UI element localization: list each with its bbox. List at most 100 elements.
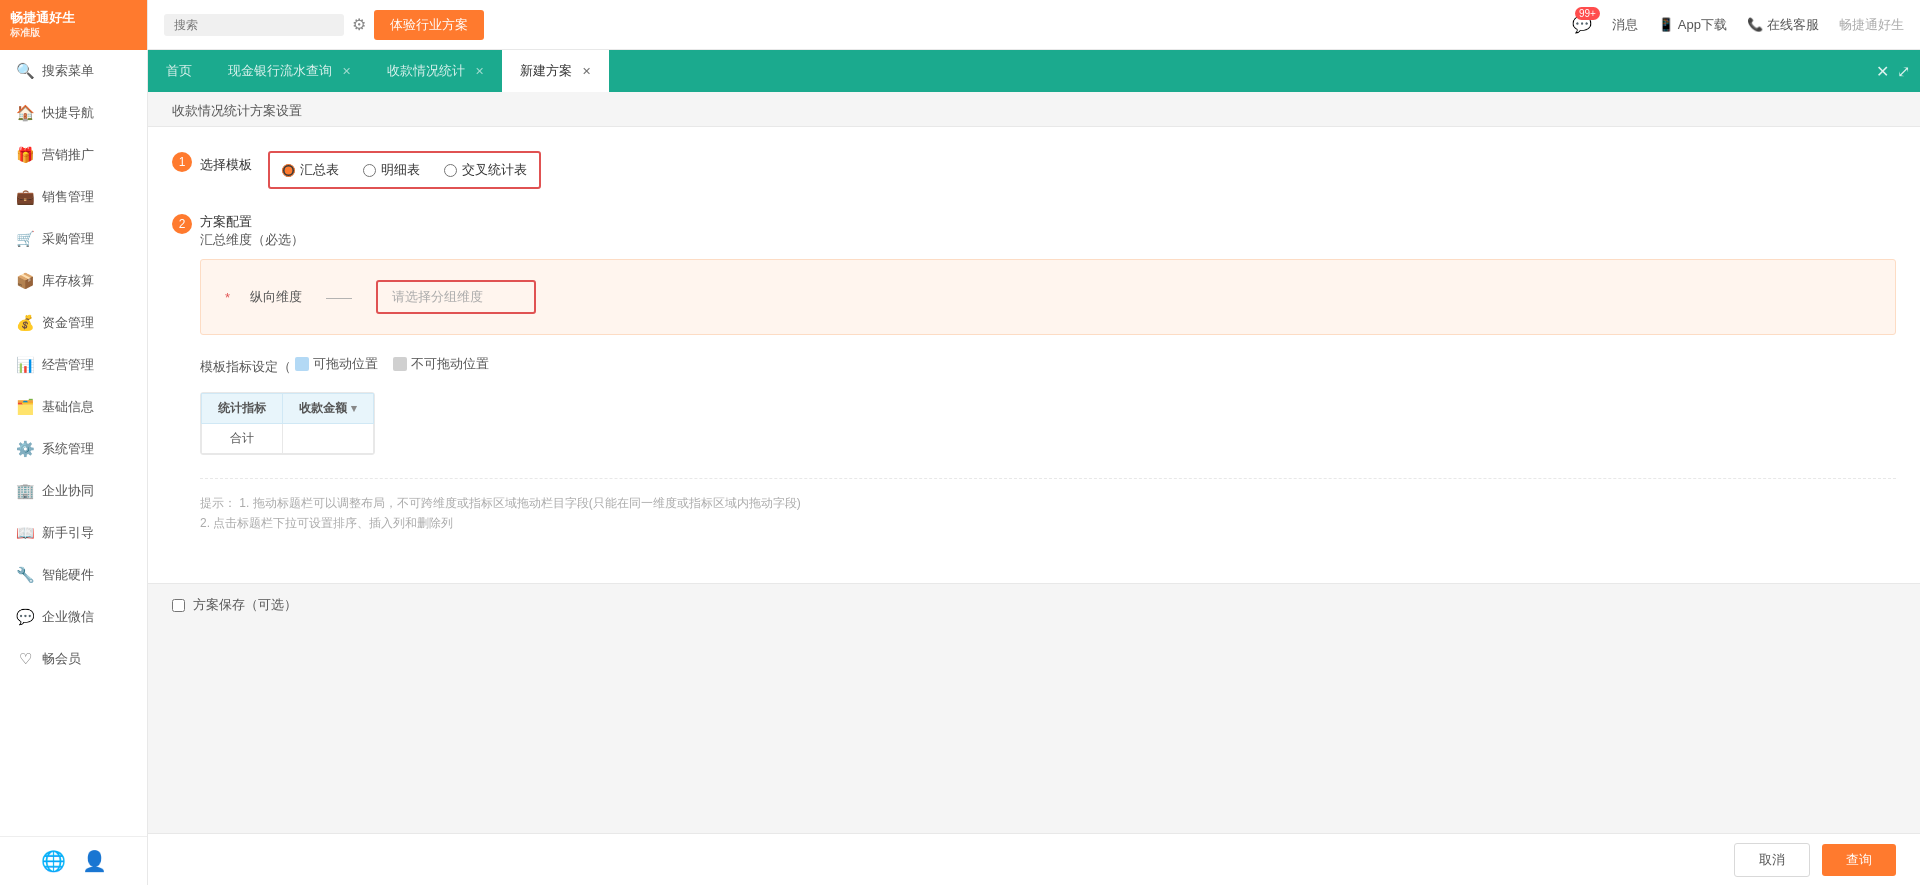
dimension-placeholder: 请选择分组维度 — [392, 289, 483, 304]
sidebar-item-search[interactable]: 🔍 搜索菜单 — [0, 50, 147, 92]
row1-label-cell: 合计 — [202, 424, 283, 454]
fixed-legend-label: 不可拖动位置 — [411, 355, 489, 373]
download-icon: 📱 — [1658, 17, 1674, 32]
sidebar-item-hardware[interactable]: 🔧 智能硬件 — [0, 554, 147, 596]
sidebar-item-label: 销售管理 — [42, 188, 94, 206]
dimension-select[interactable]: 请选择分组维度 — [376, 280, 536, 314]
topbar: ⚙ 体验行业方案 💬 99+ 消息 📱 App下载 📞 在线客服 畅捷通好生 — [148, 0, 1920, 50]
message-btn[interactable]: 💬 99+ — [1572, 15, 1592, 34]
tabbar: 首页 现金银行流水查询 ✕ 收款情况统计 ✕ 新建方案 ✕ ✕ ⤢ — [148, 50, 1920, 92]
step1-title: 选择模板 — [200, 156, 252, 174]
chart-icon: 📊 — [16, 356, 34, 374]
form-card: 1 选择模板 汇总表 明细表 — [148, 127, 1920, 583]
tabbar-actions: ✕ ⤢ — [1876, 62, 1920, 81]
radio-cross[interactable]: 交叉统计表 — [444, 161, 527, 179]
tip2-text: 2. 点击标题栏下拉可设置排序、插入列和删除列 — [200, 516, 453, 530]
radio-summary-input[interactable] — [282, 164, 295, 177]
sidebar-item-label: 营销推广 — [42, 146, 94, 164]
radio-cross-label: 交叉统计表 — [462, 161, 527, 179]
sidebar-item-label: 经营管理 — [42, 356, 94, 374]
save-checkbox[interactable] — [172, 599, 185, 612]
radio-cross-input[interactable] — [444, 164, 457, 177]
tips-section: 提示： 1. 拖动标题栏可以调整布局，不可跨维度或指标区域拖动栏目字段(只能在同… — [200, 478, 1896, 532]
fixed-legend-dot — [393, 357, 407, 371]
settings-icon[interactable]: ⚙ — [352, 15, 366, 34]
tab-home-label: 首页 — [166, 62, 192, 80]
sidebar-item-label: 采购管理 — [42, 230, 94, 248]
tab-new-plan[interactable]: 新建方案 ✕ — [502, 50, 609, 92]
tip1: 提示： 1. 拖动标题栏可以调整布局，不可跨维度或指标区域拖动栏目字段(只能在同… — [200, 495, 1896, 512]
sidebar-item-guide[interactable]: 📖 新手引导 — [0, 512, 147, 554]
metrics-legend: 可拖动位置 不可拖动位置 — [295, 359, 490, 374]
breadcrumb: 收款情况统计方案设置 — [172, 103, 302, 118]
online-service-link[interactable]: 📞 在线客服 — [1747, 16, 1819, 34]
tab-bank-flow[interactable]: 现金银行流水查询 ✕ — [210, 50, 369, 92]
tab-bank-flow-label: 现金银行流水查询 — [228, 62, 332, 80]
tab-new-plan-label: 新建方案 — [520, 62, 572, 80]
sidebar-bottom: 🌐 👤 — [0, 836, 147, 885]
sidebar-item-basic-info[interactable]: 🗂️ 基础信息 — [0, 386, 147, 428]
dim-required-mark: * — [225, 290, 230, 305]
service-icon: 📞 — [1747, 17, 1763, 32]
sidebar-item-wechat[interactable]: 💬 企业微信 — [0, 596, 147, 638]
save-option-bar: 方案保存（可选） — [148, 583, 1920, 626]
home-icon: 🏠 — [16, 104, 34, 122]
radio-summary-label: 汇总表 — [300, 161, 339, 179]
briefcase-icon: 💼 — [16, 188, 34, 206]
heart-icon: ♡ — [16, 650, 34, 668]
sidebar-item-label: 资金管理 — [42, 314, 94, 332]
main-area: ⚙ 体验行业方案 💬 99+ 消息 📱 App下载 📞 在线客服 畅捷通好生 首… — [148, 0, 1920, 885]
tab-home[interactable]: 首页 — [148, 50, 210, 92]
topbar-left: ⚙ 体验行业方案 — [164, 10, 1556, 40]
query-button[interactable]: 查询 — [1822, 844, 1896, 876]
gift-icon: 🎁 — [16, 146, 34, 164]
col1-dropdown-icon[interactable]: ▾ — [351, 402, 357, 415]
sidebar-item-capital[interactable]: 💰 资金管理 — [0, 302, 147, 344]
tab-new-plan-close[interactable]: ✕ — [582, 65, 591, 78]
sidebar-item-system[interactable]: ⚙️ 系统管理 — [0, 428, 147, 470]
radio-summary[interactable]: 汇总表 — [282, 161, 339, 179]
movable-legend-label: 可拖动位置 — [313, 355, 378, 373]
sidebar-item-operations[interactable]: 📊 经营管理 — [0, 344, 147, 386]
sidebar-item-enterprise[interactable]: 🏢 企业协同 — [0, 470, 147, 512]
metrics-header: 模板指标设定（ 可拖动位置 不可拖动位置 — [200, 355, 1896, 376]
stat-header: 统计指标 — [202, 394, 283, 424]
tab-collection-stat-label: 收款情况统计 — [387, 62, 465, 80]
user-icon[interactable]: 👤 — [82, 849, 107, 873]
sidebar-item-label: 新手引导 — [42, 524, 94, 542]
app-download-link[interactable]: 📱 App下载 — [1658, 16, 1727, 34]
tab-collection-stat-close[interactable]: ✕ — [475, 65, 484, 78]
metrics-row: 合计 — [202, 424, 374, 454]
trial-btn[interactable]: 体验行业方案 — [374, 10, 484, 40]
sidebar-item-label: 企业微信 — [42, 608, 94, 626]
cancel-button[interactable]: 取消 — [1734, 843, 1810, 877]
sidebar-item-label: 系统管理 — [42, 440, 94, 458]
metrics-table-wrap: 统计指标 收款金额 ▾ — [200, 392, 375, 455]
col1-header[interactable]: 收款金额 ▾ — [283, 394, 374, 424]
sidebar-item-marketing[interactable]: 🎁 营销推广 — [0, 134, 147, 176]
radio-detail-input[interactable] — [363, 164, 376, 177]
template-radio-group: 汇总表 明细表 交叉统计表 — [268, 151, 541, 189]
globe-icon[interactable]: 🌐 — [41, 849, 66, 873]
expand-icon[interactable]: ⤢ — [1897, 62, 1910, 81]
dimension-label: 汇总维度（必选） — [200, 231, 1896, 249]
sidebar-item-quick-nav[interactable]: 🏠 快捷导航 — [0, 92, 147, 134]
sidebar-item-purchase[interactable]: 🛒 采购管理 — [0, 218, 147, 260]
sidebar-item-member[interactable]: ♡ 畅会员 — [0, 638, 147, 680]
topbar-right: 💬 99+ 消息 📱 App下载 📞 在线客服 畅捷通好生 — [1572, 15, 1904, 34]
dim-arrow-icon: —— — [326, 290, 352, 305]
sidebar-item-label: 企业协同 — [42, 482, 94, 500]
close-window-icon[interactable]: ✕ — [1876, 62, 1889, 81]
col1-label: 收款金额 — [299, 400, 347, 417]
step2-title: 方案配置 — [200, 214, 252, 229]
metrics-table: 统计指标 收款金额 ▾ — [201, 393, 374, 454]
book-icon: 📖 — [16, 524, 34, 542]
save-option-label[interactable]: 方案保存（可选） — [193, 596, 297, 614]
sidebar-item-inventory[interactable]: 📦 库存核算 — [0, 260, 147, 302]
content-area: 收款情况统计方案设置 1 选择模板 汇总表 — [148, 92, 1920, 885]
tab-bank-flow-close[interactable]: ✕ — [342, 65, 351, 78]
search-input[interactable] — [164, 14, 344, 36]
tab-collection-stat[interactable]: 收款情况统计 ✕ — [369, 50, 502, 92]
sidebar-item-sales[interactable]: 💼 销售管理 — [0, 176, 147, 218]
radio-detail[interactable]: 明细表 — [363, 161, 420, 179]
